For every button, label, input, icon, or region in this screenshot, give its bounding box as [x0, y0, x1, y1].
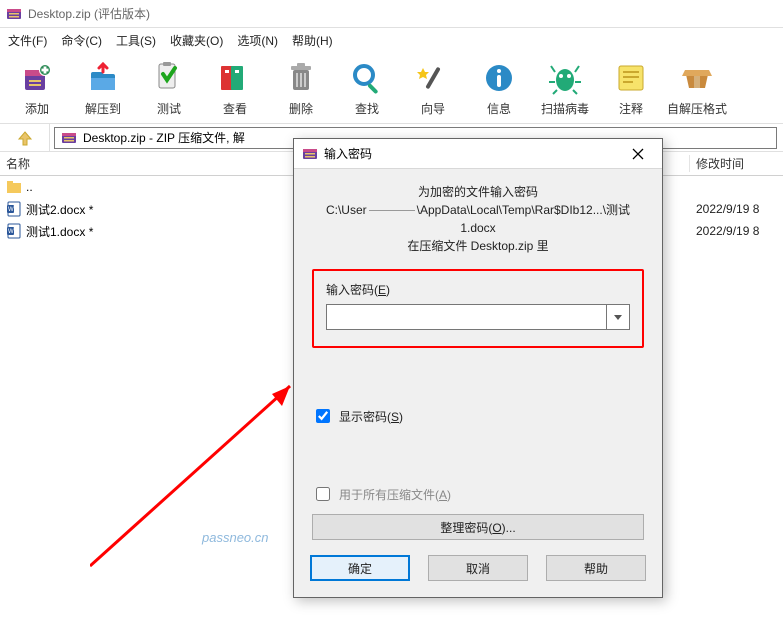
- docx-icon: W: [6, 201, 22, 217]
- toolbar-find-label: 查找: [355, 100, 379, 117]
- menu-help[interactable]: 帮助(H): [292, 32, 333, 49]
- cancel-button[interactable]: 取消: [428, 555, 528, 581]
- toolbar-scan-label: 扫描病毒: [541, 100, 589, 117]
- toolbar-info-button[interactable]: 信息: [466, 58, 532, 121]
- app-icon: [6, 6, 22, 22]
- file-name: 测试2.docx *: [26, 201, 93, 218]
- password-label: 输入密码(E): [326, 281, 630, 298]
- use-for-all-input[interactable]: [316, 487, 330, 501]
- menubar: 文件(F) 命令(C) 工具(S) 收藏夹(O) 选项(N) 帮助(H): [0, 28, 783, 52]
- toolbar-sfx-button[interactable]: 自解压格式: [664, 58, 730, 121]
- file-name: ..: [26, 180, 33, 194]
- toolbar-scan-button[interactable]: 扫描病毒: [532, 58, 598, 121]
- file-name: 测试1.docx *: [26, 223, 93, 240]
- password-input[interactable]: [326, 304, 606, 330]
- toolbar-wizard-button[interactable]: 向导: [400, 58, 466, 121]
- dialog-titlebar: 输入密码: [294, 139, 662, 169]
- toolbar-comment-label: 注释: [619, 100, 643, 117]
- svg-text:W: W: [8, 207, 14, 213]
- password-dialog: 输入密码 为加密的文件输入密码 C:\User\AppData\Local\Te…: [293, 138, 663, 598]
- help-button[interactable]: 帮助: [546, 555, 646, 581]
- window-title: Desktop.zip (评估版本): [28, 5, 150, 22]
- toolbar-add-button[interactable]: 添加: [4, 58, 70, 121]
- toolbar-delete-button[interactable]: 删除: [268, 58, 334, 121]
- toolbar-info-label: 信息: [487, 100, 511, 117]
- toolbar-extract-label: 解压到: [85, 100, 121, 117]
- show-password-input[interactable]: [316, 409, 330, 423]
- annotation-arrow: [90, 376, 310, 576]
- toolbar-test-label: 测试: [157, 100, 181, 117]
- toolbar-add-label: 添加: [25, 100, 49, 117]
- password-group-highlight: 输入密码(E): [312, 269, 644, 348]
- menu-tools[interactable]: 工具(S): [116, 32, 156, 49]
- up-button[interactable]: [0, 124, 50, 152]
- titlebar: Desktop.zip (评估版本): [0, 0, 783, 28]
- docx-icon: W: [6, 223, 22, 239]
- toolbar-sfx-label: 自解压格式: [667, 100, 727, 117]
- dialog-msg-line2: C:\User\AppData\Local\Temp\Rar$DIb12...\…: [312, 201, 644, 237]
- use-for-all-checkbox[interactable]: 用于所有压缩文件(A): [312, 484, 644, 504]
- dialog-msg-line1: 为加密的文件输入密码: [312, 183, 644, 201]
- menu-commands[interactable]: 命令(C): [61, 32, 102, 49]
- ok-button[interactable]: 确定: [310, 555, 410, 581]
- organize-passwords-button[interactable]: 整理密码(O)...: [312, 514, 644, 540]
- toolbar-view-label: 查看: [223, 100, 247, 117]
- dialog-message: 为加密的文件输入密码 C:\User\AppData\Local\Temp\Ra…: [312, 183, 644, 255]
- file-modified: 2022/9/19 8: [690, 224, 783, 238]
- dialog-icon: [302, 146, 318, 162]
- toolbar: 添加 解压到 测试 查看 删除 查找 向导 信息 扫描病毒 注释 自解压格式: [0, 52, 783, 124]
- chevron-down-icon: [614, 315, 622, 320]
- dialog-msg-line3: 在压缩文件 Desktop.zip 里: [312, 237, 644, 255]
- toolbar-view-button[interactable]: 查看: [202, 58, 268, 121]
- folder-up-icon: [6, 179, 22, 195]
- show-password-checkbox[interactable]: 显示密码(S): [312, 406, 644, 426]
- dialog-buttons: 确定 取消 帮助: [294, 545, 662, 597]
- dialog-title: 输入密码: [324, 145, 614, 162]
- svg-text:W: W: [8, 229, 14, 235]
- toolbar-wizard-label: 向导: [421, 100, 445, 117]
- password-dropdown-button[interactable]: [606, 304, 630, 330]
- file-modified: 2022/9/19 8: [690, 202, 783, 216]
- archive-icon: [61, 130, 77, 146]
- dialog-body: 为加密的文件输入密码 C:\User\AppData\Local\Temp\Ra…: [294, 169, 662, 545]
- close-button[interactable]: [620, 143, 656, 165]
- toolbar-test-button[interactable]: 测试: [136, 58, 202, 121]
- address-text: Desktop.zip - ZIP 压缩文件, 解: [83, 129, 245, 146]
- toolbar-find-button[interactable]: 查找: [334, 58, 400, 121]
- toolbar-comment-button[interactable]: 注释: [598, 58, 664, 121]
- menu-options[interactable]: 选项(N): [237, 32, 278, 49]
- watermark: passneo.cn: [202, 530, 269, 545]
- toolbar-extract-button[interactable]: 解压到: [70, 58, 136, 121]
- column-modified[interactable]: 修改时间: [690, 155, 783, 172]
- close-icon: [632, 148, 644, 160]
- menu-favorites[interactable]: 收藏夹(O): [170, 32, 223, 49]
- menu-file[interactable]: 文件(F): [8, 32, 47, 49]
- toolbar-delete-label: 删除: [289, 100, 313, 117]
